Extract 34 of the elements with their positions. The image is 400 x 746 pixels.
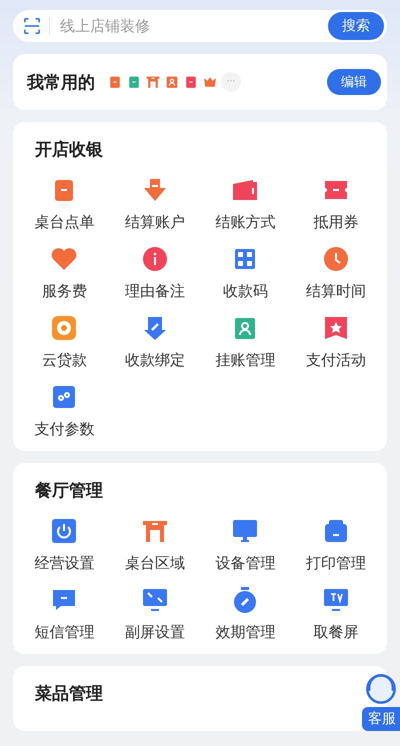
menu-item[interactable]: 收款码 — [200, 244, 290, 301]
menu-item[interactable]: 结算时间 — [290, 244, 381, 301]
section-title: 餐厅管理 — [34, 480, 104, 502]
menu-item[interactable]: 副屏设置 — [110, 585, 200, 642]
search-bar[interactable]: 线上店铺装修 搜索 — [13, 10, 387, 42]
edit-button[interactable]: 编辑 — [327, 69, 381, 95]
menu-item[interactable]: 短信管理 — [19, 585, 110, 642]
menu-item[interactable]: 设备管理 — [200, 516, 290, 573]
table-icon[interactable] — [145, 74, 161, 90]
section-title: 菜品管理 — [34, 683, 104, 705]
menu-item[interactable]: 收款绑定 — [110, 313, 200, 370]
menu-item[interactable]: 支付活动 — [290, 313, 381, 370]
menu-item[interactable]: 打印管理 — [290, 516, 381, 573]
menu-item[interactable]: 挂账管理 — [200, 313, 290, 370]
scan-icon[interactable] — [23, 17, 50, 35]
menu-item[interactable]: 抵用券 — [290, 175, 381, 232]
menu-item[interactable]: 结账方式 — [200, 175, 290, 232]
headset-figure-icon[interactable] — [364, 672, 398, 706]
menu-item[interactable]: 桌台点单 — [19, 175, 110, 232]
search-field[interactable]: 线上店铺装修 — [58, 16, 328, 36]
menu-item[interactable]: 经营设置 — [19, 516, 110, 573]
menu-item[interactable]: 取餐屏 — [290, 585, 381, 642]
menu-item[interactable]: 云贷款 — [19, 313, 110, 370]
menu-item[interactable]: 效期管理 — [200, 585, 290, 642]
customer-service-button[interactable]: 客服 — [362, 707, 400, 731]
person-icon[interactable] — [164, 74, 180, 90]
favorites-title: 我常用的 — [27, 72, 95, 94]
menu-item[interactable]: 支付参数 — [19, 382, 110, 439]
menu-item[interactable]: 理由备注 — [110, 244, 200, 301]
menu-item[interactable]: 结算账户 — [110, 175, 200, 232]
menu-item[interactable]: 桌台区域 — [110, 516, 200, 573]
search-button[interactable]: 搜索 — [328, 12, 384, 40]
menu-item[interactable]: 服务费 — [19, 244, 110, 301]
section-title: 开店收银 — [34, 139, 104, 161]
